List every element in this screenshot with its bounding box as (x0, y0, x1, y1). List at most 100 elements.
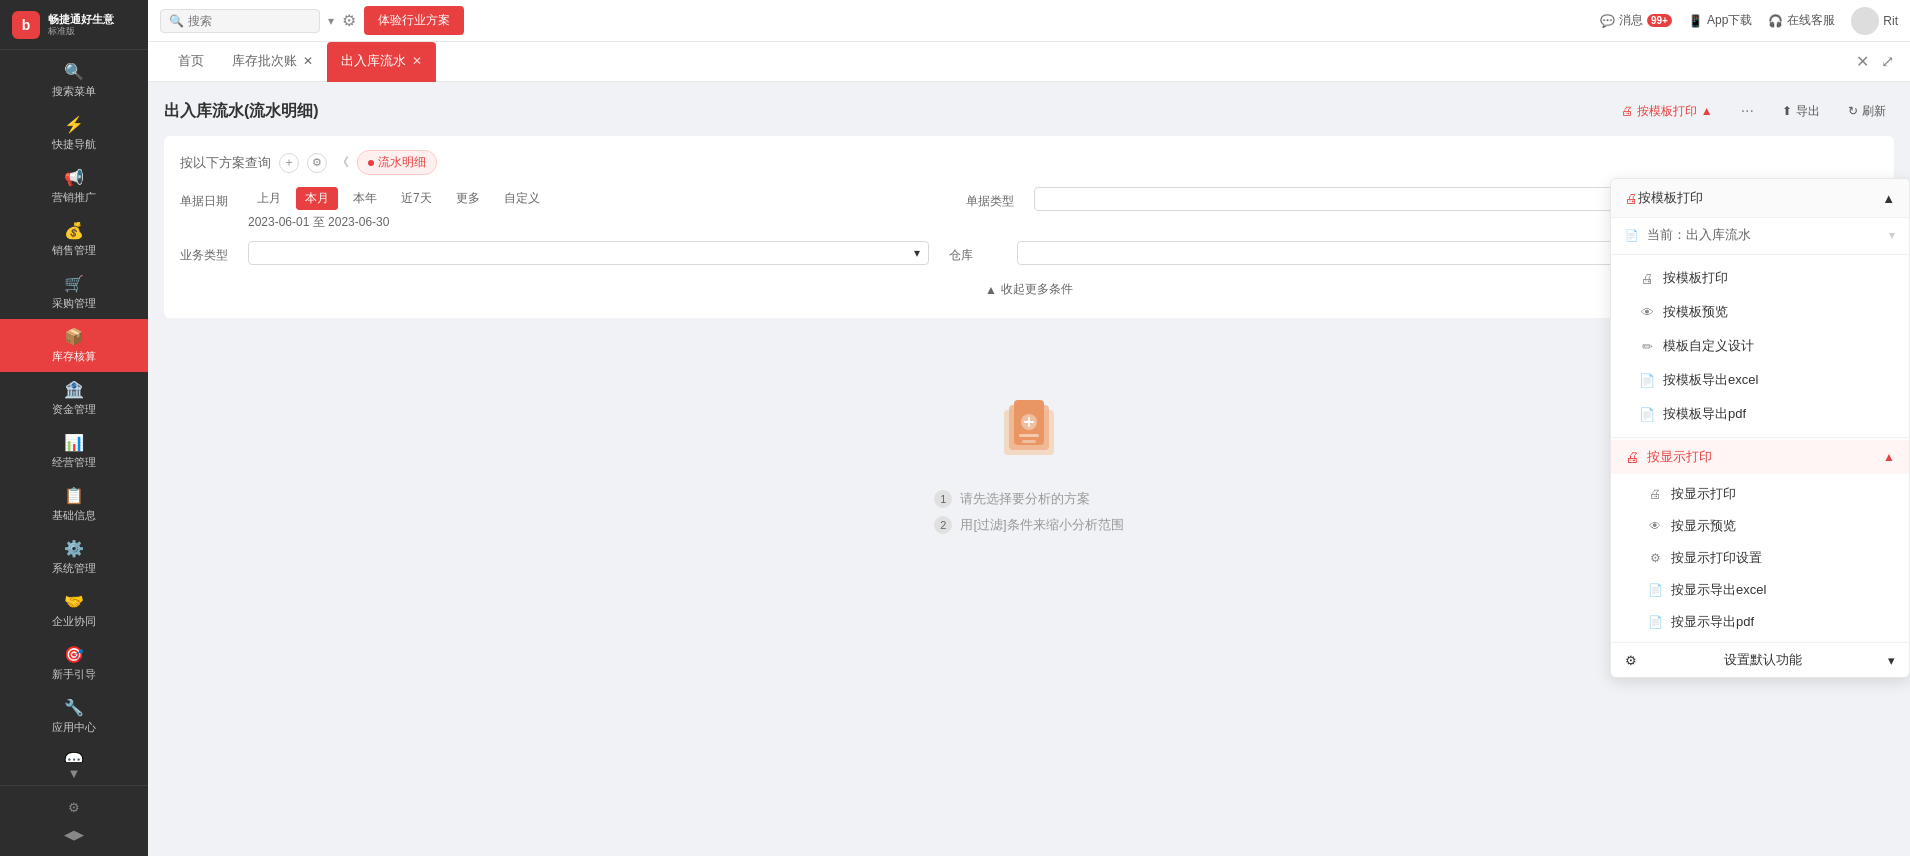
filter-settings-btn[interactable]: ⚙ (307, 153, 327, 173)
filter-business-type-control: ▾ (248, 241, 929, 265)
logo-text: 畅捷通好生意 标准版 (48, 12, 114, 38)
topbar-search-box[interactable]: 🔍 (160, 9, 320, 33)
close-window-icon[interactable]: ✕ (1856, 52, 1869, 71)
sidebar-item-marketing[interactable]: 📢 营销推广 (0, 160, 148, 213)
print-template-btn[interactable]: 🖨 按模板打印 ▲ (1613, 99, 1721, 124)
empty-steps: 1 请先选择要分析的方案 2 用[过滤]条件来缩小分析范围 (934, 490, 1123, 534)
template-print-icon: 🖨 (1639, 270, 1655, 286)
basic-icon: 📋 (64, 486, 84, 505)
sidebar-scroll-down[interactable]: ▼ (0, 762, 148, 785)
dropdown-panel-header: 🖨 按模板打印 ▲ (1611, 179, 1909, 218)
step-2-text: 用[过滤]条件来缩小分析范围 (960, 516, 1123, 534)
dropdown-item-template-print[interactable]: 🖨 按模板打印 (1611, 261, 1909, 295)
tab-bar: 首页 库存批次账 ✕ 出入库流水 ✕ ✕ ⤢ (148, 42, 1910, 82)
filter-tag: 流水明细 (357, 150, 437, 175)
dropdown-item-template-pdf[interactable]: 📄 按模板导出pdf (1611, 397, 1909, 431)
filter-warehouse-control: ··· (1017, 241, 1698, 265)
filter-bill-type-label: 单据类型 (966, 187, 1026, 210)
sidebar-item-wechat[interactable]: 💬 企业微信 (0, 743, 148, 762)
cooperation-icon: 🤝 (64, 592, 84, 611)
tab-inventory-batch-close[interactable]: ✕ (303, 54, 313, 68)
sidebar-item-purchase[interactable]: 🛒 采购管理 (0, 266, 148, 319)
print-dropdown-panel: 🖨 按模板打印 ▲ 📄 当前：出入库流水 ▾ 🖨 按模板打印 (1610, 178, 1910, 678)
filter-date-control: 上月 本月 本年 近7天 更多 自定义 2023-06-01 至 2023-06… (248, 187, 946, 231)
tab-home[interactable]: 首页 (164, 42, 218, 82)
online-service-btn[interactable]: 🎧 在线客服 (1768, 12, 1835, 29)
tab-in-out-flow[interactable]: 出入库流水 ✕ (327, 42, 436, 82)
filter-collapse-btn[interactable]: 《 (337, 154, 349, 171)
topbar-search-dropdown[interactable]: ▾ (328, 14, 334, 28)
logo-area: b 畅捷通好生意 标准版 (0, 0, 148, 50)
filter-add-btn[interactable]: ＋ (279, 153, 299, 173)
template-custom-icon: ✏ (1639, 338, 1655, 354)
sidebar-item-system[interactable]: ⚙️ 系统管理 (0, 531, 148, 584)
sidebar-item-quick-nav[interactable]: ⚡ 快捷导航 (0, 107, 148, 160)
sidebar-item-apps[interactable]: 🔧 应用中心 (0, 690, 148, 743)
sidebar-item-finance[interactable]: 🏦 资金管理 (0, 372, 148, 425)
svg-rect-6 (1019, 434, 1039, 437)
sidebar-item-cooperation[interactable]: 🤝 企业协同 (0, 584, 148, 637)
date-btn-7days[interactable]: 近7天 (392, 187, 441, 210)
current-template-item[interactable]: 📄 当前：出入库流水 ▾ (1611, 218, 1909, 252)
dropdown-section-2: 🖨 按显示打印 👁 按显示预览 ⚙ 按显示打印设置 📄 按显示导出excel (1611, 474, 1909, 642)
warehouse-select[interactable]: ··· (1017, 241, 1698, 265)
dropdown-item-display-print[interactable]: 🖨 按显示打印 (1611, 478, 1909, 510)
date-btn-custom[interactable]: 自定义 (495, 187, 549, 210)
dropdown-item-display-excel[interactable]: 📄 按显示导出excel (1611, 574, 1909, 606)
tab-inventory-batch[interactable]: 库存批次账 ✕ (218, 42, 327, 82)
sidebar-item-label: 搜索菜单 (52, 84, 96, 99)
marketing-icon: 📢 (64, 168, 84, 187)
filter-header: 按以下方案查询 ＋ ⚙ 《 流水明细 (180, 150, 1878, 175)
filter-warehouse-field: 仓库 ··· (949, 241, 1698, 265)
svg-rect-7 (1022, 440, 1036, 443)
sidebar-item-search-menu[interactable]: 🔍 搜索菜单 (0, 54, 148, 107)
sidebar-item-guide[interactable]: 🎯 新手引导 (0, 637, 148, 690)
divider-2 (1611, 437, 1909, 438)
business-type-dropdown-icon: ▾ (914, 246, 920, 260)
dropdown-section-1: 🖨 按模板打印 👁 按模板预览 ✏ 模板自定义设计 📄 按模板导出excel (1611, 257, 1909, 435)
chevron-up-icon: ▲ (1701, 104, 1713, 118)
display-print-section-header[interactable]: 🖨 按显示打印 ▲ (1611, 440, 1909, 474)
date-range-value: 2023-06-01 至 2023-06-30 (248, 214, 389, 231)
filter-warehouse-label: 仓库 (949, 241, 1009, 264)
date-range-input: 2023-06-01 至 2023-06-30 (248, 214, 946, 231)
dropdown-item-template-custom[interactable]: ✏ 模板自定义设计 (1611, 329, 1909, 363)
date-btn-this-year[interactable]: 本年 (344, 187, 386, 210)
dropdown-footer[interactable]: ⚙ 设置默认功能 ▾ (1611, 642, 1909, 677)
export-btn[interactable]: ⬆ 导出 (1774, 99, 1828, 124)
date-btn-last-month[interactable]: 上月 (248, 187, 290, 210)
date-btn-this-month[interactable]: 本月 (296, 187, 338, 210)
message-btn[interactable]: 💬 消息 99+ (1600, 12, 1672, 29)
expand-window-icon[interactable]: ⤢ (1881, 52, 1894, 71)
app-download-btn[interactable]: 📱 App下载 (1688, 12, 1752, 29)
sidebar-collapse-btn[interactable]: ◀▶ (0, 821, 148, 848)
dropdown-item-display-preview[interactable]: 👁 按显示预览 (1611, 510, 1909, 542)
display-print-section-arrow: ▲ (1883, 450, 1895, 464)
current-template-label: 当前：出入库流水 (1647, 226, 1751, 244)
app-download-label: App下载 (1707, 12, 1752, 29)
sidebar-item-sales[interactable]: 💰 销售管理 (0, 213, 148, 266)
actions-more-btn[interactable]: ··· (1733, 98, 1762, 124)
topbar-settings-icon[interactable]: ⚙ (342, 11, 356, 30)
dropdown-item-display-print-settings[interactable]: ⚙ 按显示打印设置 (1611, 542, 1909, 574)
sidebar-settings-btn[interactable]: ⚙ (0, 794, 148, 821)
current-template-icon: 📄 (1625, 229, 1639, 242)
trial-btn[interactable]: 体验行业方案 (364, 6, 464, 35)
business-type-select[interactable]: ▾ (248, 241, 929, 265)
page-title: 出入库流水(流水明细) (164, 101, 319, 122)
refresh-btn[interactable]: ↻ 刷新 (1840, 99, 1894, 124)
tab-in-out-flow-close[interactable]: ✕ (412, 54, 422, 68)
page-title-bar: 出入库流水(流水明细) 🖨 按模板打印 ▲ ··· ⬆ 导出 ↻ 刷新 (164, 98, 1894, 124)
step-1-text: 请先选择要分析的方案 (960, 490, 1090, 508)
dropdown-item-display-pdf[interactable]: 📄 按显示导出pdf (1611, 606, 1909, 638)
user-avatar-btn[interactable]: Rit (1851, 7, 1898, 35)
dropdown-item-template-excel[interactable]: 📄 按模板导出excel (1611, 363, 1909, 397)
collapse-up-icon: ▲ (985, 283, 997, 297)
dropdown-item-template-preview[interactable]: 👁 按模板预览 (1611, 295, 1909, 329)
search-input[interactable] (188, 14, 311, 28)
date-btn-more[interactable]: 更多 (447, 187, 489, 210)
sidebar-item-basic[interactable]: 📋 基础信息 (0, 478, 148, 531)
dropdown-panel-title: 按模板打印 (1638, 189, 1703, 207)
sidebar-item-operations[interactable]: 📊 经营管理 (0, 425, 148, 478)
sidebar-item-inventory[interactable]: 📦 库存核算 (0, 319, 148, 372)
